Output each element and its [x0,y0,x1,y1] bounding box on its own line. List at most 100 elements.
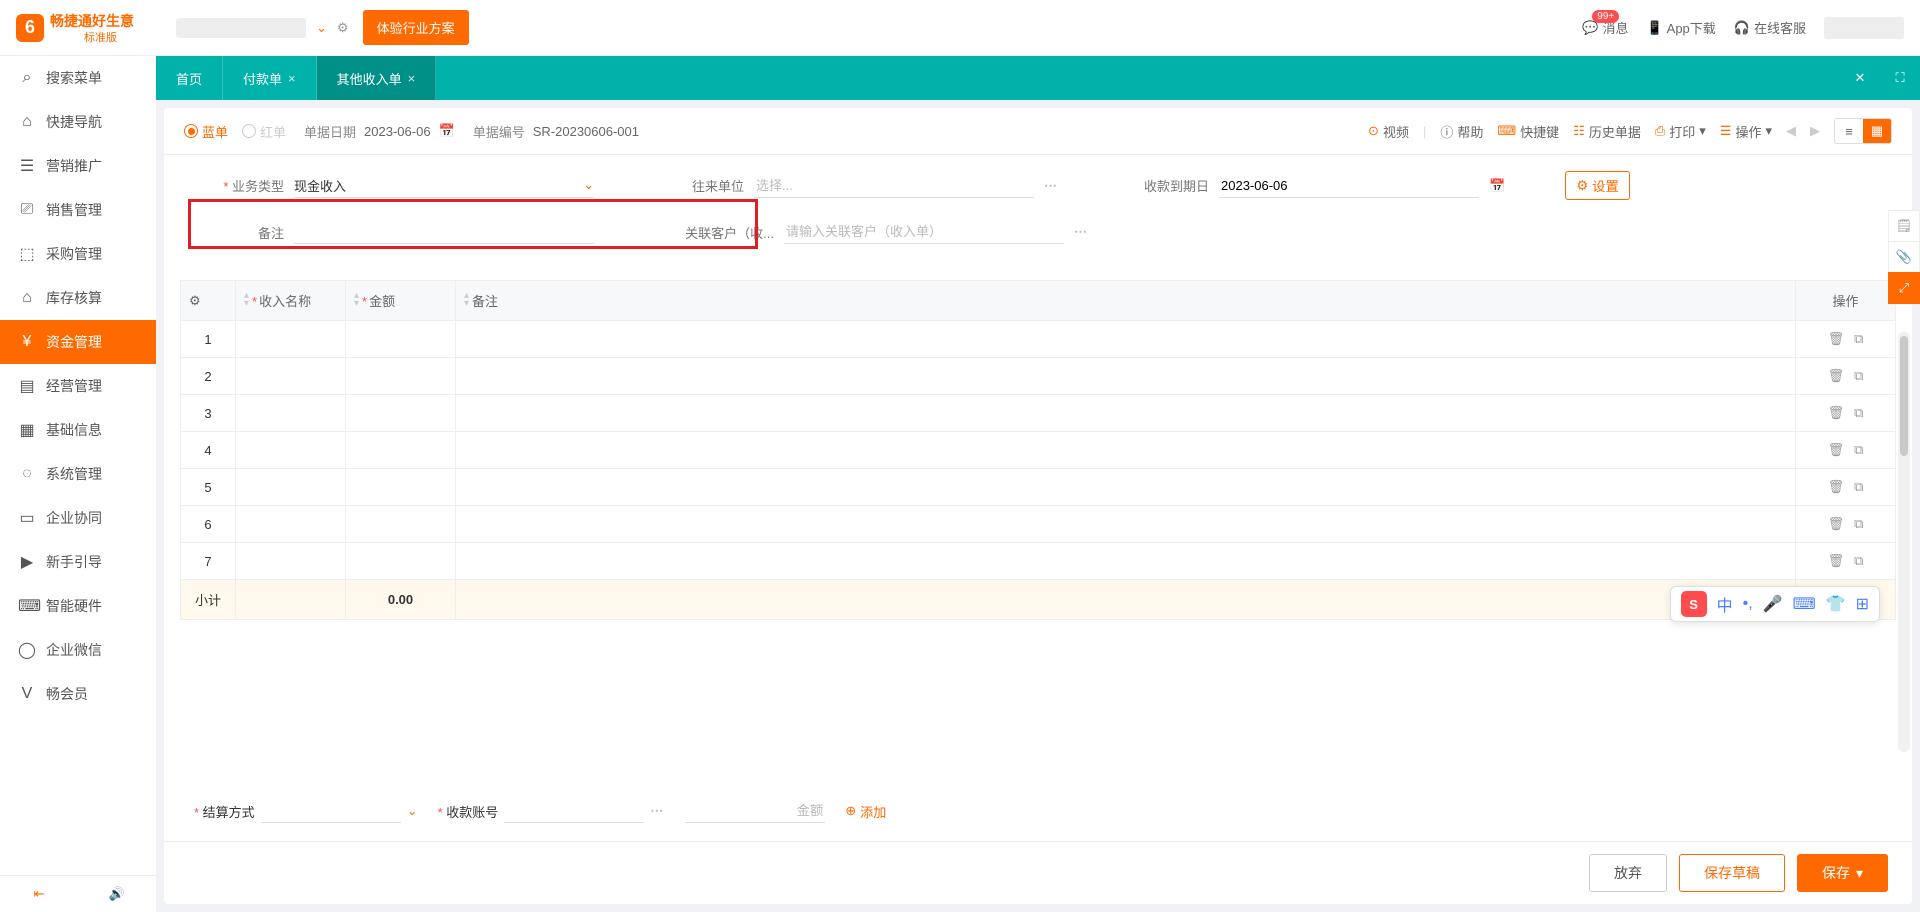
sidebar-item-3[interactable]: ⎚销售管理 [0,188,156,232]
sidebar-item-13[interactable]: ◯企业微信 [0,628,156,672]
next-doc[interactable]: ▶ [1810,123,1820,139]
user-avatar-blur[interactable] [1824,17,1904,39]
save-draft-button[interactable]: 保存草稿 [1679,854,1785,892]
tab-close-all[interactable]: ✕ [1840,70,1880,86]
biz-type-select[interactable]: 现金收入 ⌄ [294,174,594,198]
partner-lookup[interactable]: ⋯ [1044,178,1059,194]
cell-name[interactable] [236,321,346,358]
partner-input[interactable] [754,174,1034,198]
sidebar-collapse[interactable]: ⇤ [0,876,78,912]
sidebar-item-2[interactable]: ☰营销推广 [0,144,156,188]
cell-remark[interactable] [456,358,1796,395]
settle-method-input[interactable] [261,799,401,823]
cell-remark[interactable] [456,469,1796,506]
float-note-icon[interactable]: 🗒 [1888,210,1920,242]
sidebar-item-14[interactable]: V畅会员 [0,672,156,716]
delete-icon[interactable]: 🗑 [1828,405,1845,421]
shortcut-link[interactable]: ⌨快捷键 [1497,122,1559,141]
chevron-down-icon[interactable]: ⌄ [407,803,418,819]
add-settlement[interactable]: ⊕ 添加 [845,802,886,821]
cell-remark[interactable] [456,506,1796,543]
close-icon[interactable]: × [288,71,296,86]
sidebar-item-7[interactable]: ▤经营管理 [0,364,156,408]
messages-link[interactable]: 💬 消息 99+ [1582,18,1628,37]
col-amount[interactable]: ▴▾*金额 [346,281,456,321]
prev-doc[interactable]: ◀ [1786,123,1796,139]
app-download-link[interactable]: 📱 App下载 [1646,18,1715,37]
float-expand-icon[interactable]: ⤢ [1888,272,1920,304]
table-row[interactable]: 4🗑⧉ [181,432,1896,469]
online-service-link[interactable]: 🎧 在线客服 [1734,18,1806,37]
cell-amount[interactable] [346,395,456,432]
rel-customer-input[interactable] [784,220,1064,244]
table-row[interactable]: 1🗑⧉ [181,321,1896,358]
cell-name[interactable] [236,506,346,543]
calendar-icon[interactable]: 📅 [1489,178,1505,194]
delete-icon[interactable]: 🗑 [1828,479,1845,495]
sidebar-item-5[interactable]: ⌂库存核算 [0,276,156,320]
cell-remark[interactable] [456,321,1796,358]
cell-remark[interactable] [456,395,1796,432]
view-list[interactable]: ≡ [1835,119,1863,143]
cell-amount[interactable] [346,432,456,469]
delete-icon[interactable]: 🗑 [1828,442,1845,458]
sidebar-item-1[interactable]: ⌂快捷导航 [0,100,156,144]
settings-button[interactable]: ⚙设置 [1565,171,1630,200]
sidebar-item-9[interactable]: ◌系统管理 [0,452,156,496]
tab-0[interactable]: 首页 [156,56,223,100]
ime-punct[interactable]: •, [1743,595,1753,613]
cell-amount[interactable] [346,321,456,358]
sidebar-item-4[interactable]: ⬚采购管理 [0,232,156,276]
cell-remark[interactable] [456,543,1796,580]
col-settings[interactable]: ⚙ [181,281,236,321]
due-input[interactable] [1219,174,1479,198]
ime-skin-icon[interactable]: 👕 [1826,594,1846,614]
cell-name[interactable] [236,469,346,506]
cell-amount[interactable] [346,543,456,580]
cell-amount[interactable] [346,506,456,543]
delete-icon[interactable]: 🗑 [1828,368,1845,384]
sidebar-item-8[interactable]: ▦基础信息 [0,408,156,452]
company-selector[interactable]: ⌄ [176,18,337,38]
delete-icon[interactable]: 🗑 [1828,553,1845,569]
trial-button[interactable]: 体验行业方案 [363,10,469,45]
table-row[interactable]: 5🗑⧉ [181,469,1896,506]
ime-lang[interactable]: 中 [1717,592,1733,616]
settle-account-input[interactable] [504,799,644,823]
calendar-icon[interactable]: 📅 [439,123,455,139]
ime-bar[interactable]: S 中 •, 🎤 ⌨ 👕 ⊞ [1670,586,1880,622]
ops-link[interactable]: ☰操作▾ [1720,122,1772,141]
cell-name[interactable] [236,432,346,469]
copy-icon[interactable]: ⧉ [1854,553,1863,569]
float-attach-icon[interactable]: 📎 [1888,241,1920,273]
settle-amount-input[interactable] [685,799,825,823]
print-link[interactable]: ⎙打印▾ [1655,122,1706,141]
table-row[interactable]: 2🗑⧉ [181,358,1896,395]
copy-icon[interactable]: ⧉ [1854,405,1863,421]
sidebar-item-10[interactable]: ▭企业协同 [0,496,156,540]
video-link[interactable]: ⊙视频 [1368,122,1409,141]
sidebar-item-0[interactable]: ⌕搜索菜单 [0,56,156,100]
cell-amount[interactable] [346,358,456,395]
help-link[interactable]: ⓘ帮助 [1440,122,1483,141]
radio-red[interactable]: 红单 [242,122,286,141]
history-link[interactable]: ☷历史单据 [1573,122,1641,141]
copy-icon[interactable]: ⧉ [1854,479,1863,495]
copy-icon[interactable]: ⧉ [1854,516,1863,532]
tab-fullscreen[interactable]: ⛶ [1880,70,1920,86]
sidebar-item-11[interactable]: ▶新手引导 [0,540,156,584]
radio-blue[interactable]: 蓝单 [184,122,228,141]
table-row[interactable]: 6🗑⧉ [181,506,1896,543]
col-income-name[interactable]: ▴▾*收入名称 [236,281,346,321]
copy-icon[interactable]: ⧉ [1854,442,1863,458]
view-form[interactable]: ▦ [1863,119,1891,143]
grid-scrollbar[interactable] [1898,332,1910,752]
cell-name[interactable] [236,358,346,395]
col-remark[interactable]: ▴▾备注 [456,281,1796,321]
sidebar-item-12[interactable]: ⌨智能硬件 [0,584,156,628]
ime-voice-icon[interactable]: 🎤 [1763,594,1783,614]
sidebar-item-6[interactable]: ¥资金管理 [0,320,156,364]
copy-icon[interactable]: ⧉ [1854,368,1863,384]
delete-icon[interactable]: 🗑 [1828,516,1845,532]
cell-name[interactable] [236,543,346,580]
